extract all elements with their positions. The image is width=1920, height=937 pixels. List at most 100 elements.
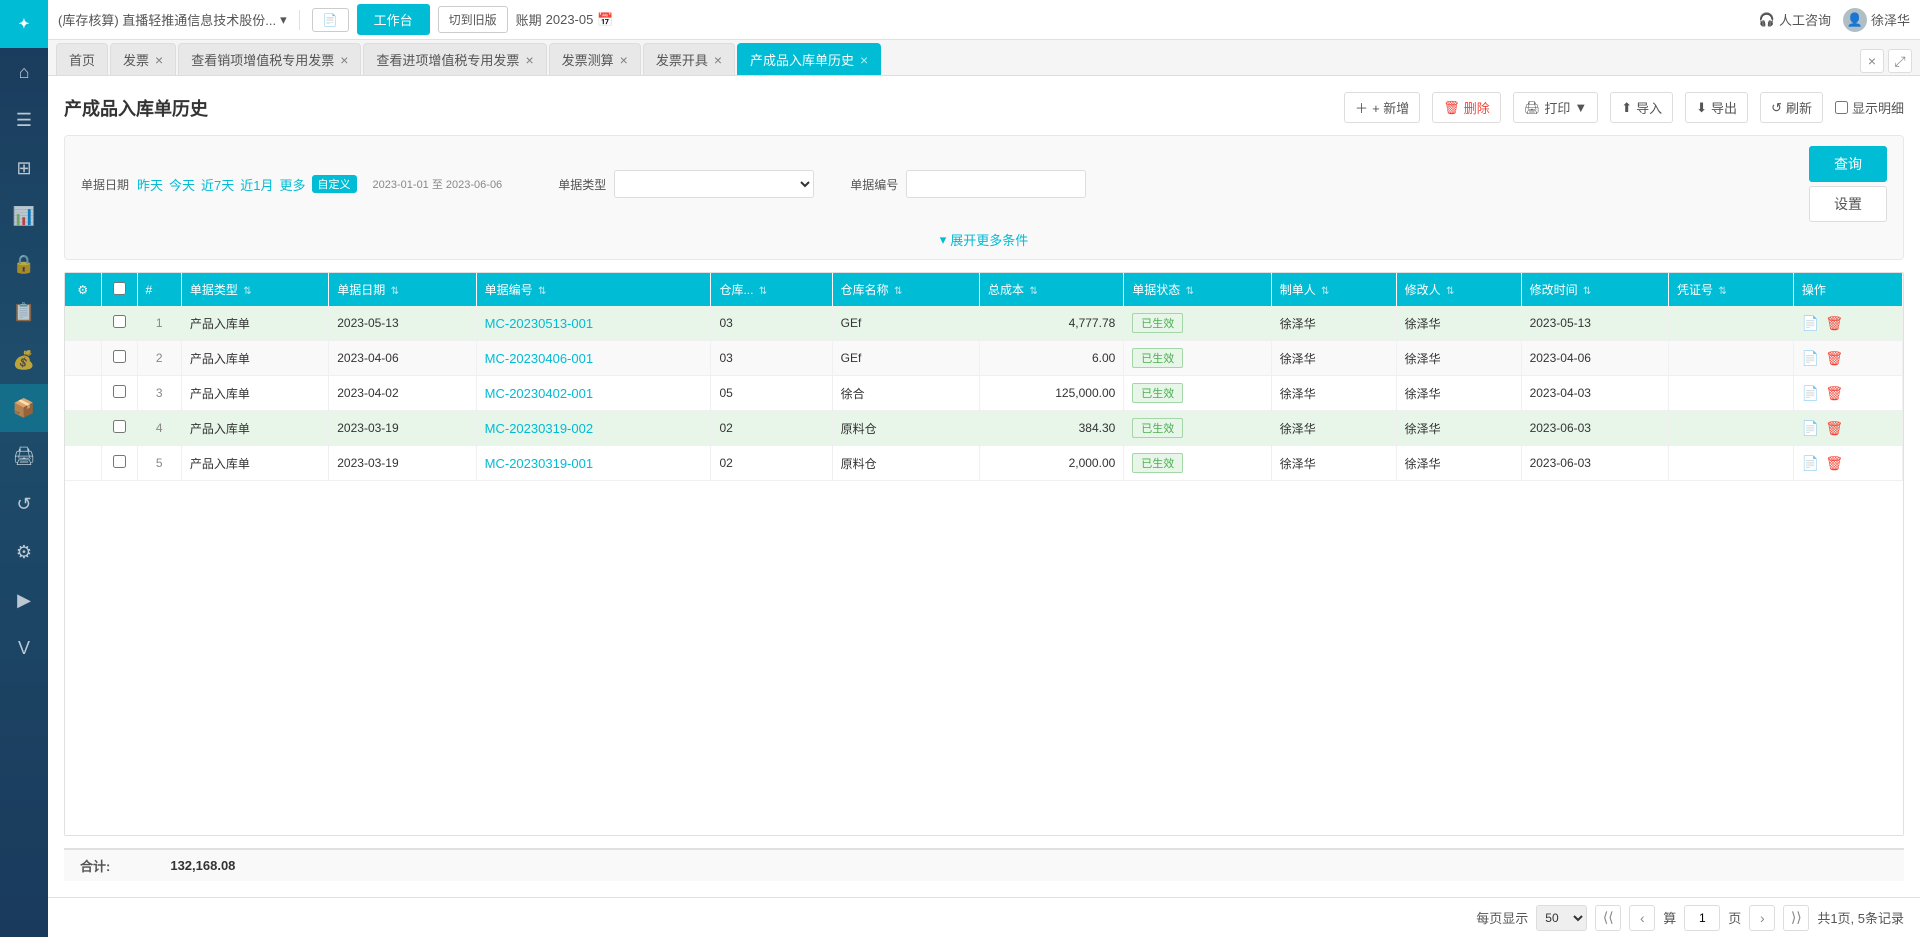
help-btn[interactable]: 🎧 人工咨询 <box>1759 10 1831 29</box>
delete-btn[interactable]: 🗑 删除 <box>1432 92 1501 123</box>
query-btn[interactable]: 查询 <box>1809 146 1887 182</box>
workbench-btn[interactable]: 工作台 <box>357 4 430 35</box>
sidebar-item-12[interactable]: V <box>0 624 48 672</box>
prev-page-btn[interactable]: ‹ <box>1629 905 1655 931</box>
row-checkbox-3[interactable] <box>101 411 137 446</box>
row-checkbox-4[interactable] <box>101 446 137 481</box>
tab-product-warehouse[interactable]: 产成品入库单历史× <box>737 43 881 75</box>
tab-purchase-vat[interactable]: 查看进项增值税专用发票× <box>363 43 546 75</box>
row-checkbox-2[interactable] <box>101 376 137 411</box>
custom-tag[interactable]: 自定义 <box>312 175 357 193</box>
sidebar-item-0[interactable]: ⌂ <box>0 48 48 96</box>
doc-num-input[interactable] <box>906 170 1086 198</box>
show-detail-checkbox[interactable]: 显示明细 <box>1835 98 1904 117</box>
delete-icon-1[interactable]: 🗑 <box>1825 350 1843 367</box>
th-creator[interactable]: 制单人 ⇅ <box>1271 273 1396 306</box>
th-warehouse-code[interactable]: 仓库... ⇅ <box>711 273 832 306</box>
row-docnum-2[interactable]: MC-20230402-001 <box>476 376 711 411</box>
sidebar-item-9[interactable]: ↺ <box>0 480 48 528</box>
delete-icon-4[interactable]: 🗑 <box>1825 455 1843 472</box>
close-all-btn[interactable]: × <box>1860 49 1884 73</box>
row-creator-3: 徐泽华 <box>1271 411 1396 446</box>
row-docnum-0[interactable]: MC-20230513-001 <box>476 306 711 341</box>
print-btn[interactable]: 🖨 打印 ▼ <box>1513 92 1598 123</box>
tab-sales-vat[interactable]: 查看销项增值税专用发票× <box>178 43 361 75</box>
page-input[interactable] <box>1684 905 1720 931</box>
tab-close-invoice-open[interactable]: × <box>714 53 722 67</box>
shortcut-7days[interactable]: 近7天 <box>201 175 234 194</box>
expand-conditions[interactable]: ▾ 展开更多条件 <box>81 222 1887 249</box>
tab-close-product-warehouse[interactable]: × <box>860 53 868 67</box>
last-page-btn[interactable]: ⟩⟩ <box>1783 905 1809 931</box>
shortcut-today[interactable]: 今天 <box>169 175 195 194</box>
row-docnum-3[interactable]: MC-20230319-002 <box>476 411 711 446</box>
sidebar-item-2[interactable]: ⊞ <box>0 144 48 192</box>
first-page-btn[interactable]: ⟨⟨ <box>1595 905 1621 931</box>
shortcut-1month[interactable]: 近1月 <box>240 175 273 194</box>
import-btn[interactable]: ⬆ 导入 <box>1610 92 1673 123</box>
export-btn[interactable]: ⬇ 导出 <box>1685 92 1748 123</box>
tab-invoice[interactable]: 发票× <box>110 43 176 75</box>
row-docnum-4[interactable]: MC-20230319-001 <box>476 446 711 481</box>
th-warehouse-name[interactable]: 仓库名称 ⇅ <box>832 273 979 306</box>
th-total-cost[interactable]: 总成本 ⇅ <box>980 273 1124 306</box>
th-settings[interactable]: ⚙ <box>65 273 101 306</box>
date-shortcuts: 昨天 今天 近7天 近1月 更多 自定义 <box>137 175 357 194</box>
set-btn[interactable]: 设置 <box>1809 186 1887 222</box>
sidebar-item-1[interactable]: ☰ <box>0 96 48 144</box>
refresh-btn[interactable]: ↺ 刷新 <box>1760 92 1823 123</box>
sidebar-item-6[interactable]: 💰 <box>0 336 48 384</box>
tab-home[interactable]: 首页 <box>56 43 108 75</box>
calendar-icon[interactable]: 📅 <box>597 12 613 28</box>
tab-invoice-open[interactable]: 发票开具× <box>643 43 735 75</box>
row-docnum-1[interactable]: MC-20230406-001 <box>476 341 711 376</box>
view-icon-1[interactable]: 📄 <box>1802 350 1819 367</box>
per-page-select[interactable]: 50 100 200 <box>1536 905 1587 931</box>
row-modtime-0: 2023-05-13 <box>1521 306 1668 341</box>
company-selector[interactable]: (库存核算) 直播轻推通信息技术股份... ▾ <box>58 10 287 29</box>
sidebar-item-11[interactable]: ▶ <box>0 576 48 624</box>
company-dropdown-icon[interactable]: ▾ <box>280 12 287 28</box>
tab-close-invoice[interactable]: × <box>155 53 163 67</box>
delete-icon-3[interactable]: 🗑 <box>1825 420 1843 437</box>
row-checkbox-0[interactable] <box>101 306 137 341</box>
doc-btn[interactable]: 📄 <box>312 8 349 32</box>
th-voucher-num[interactable]: 凭证号 ⇅ <box>1668 273 1793 306</box>
add-btn[interactable]: ＋ + 新增 <box>1344 92 1420 123</box>
row-actions-1: 📄🗑 <box>1793 341 1902 376</box>
view-icon-4[interactable]: 📄 <box>1802 455 1819 472</box>
delete-icon-2[interactable]: 🗑 <box>1825 385 1843 402</box>
sidebar-item-8[interactable]: 🖨 <box>0 432 48 480</box>
sidebar-item-4[interactable]: 🔒 <box>0 240 48 288</box>
shortcut-more[interactable]: 更多 <box>280 175 306 194</box>
tab-close-purchase-vat[interactable]: × <box>525 53 533 67</box>
restore-btn[interactable]: ⤢ <box>1888 49 1912 73</box>
next-page-btn[interactable]: › <box>1749 905 1775 931</box>
tab-close-invoice-calc[interactable]: × <box>620 53 628 67</box>
sidebar-item-7[interactable]: 📦 <box>0 384 48 432</box>
view-icon-0[interactable]: 📄 <box>1802 315 1819 332</box>
th-doc-num[interactable]: 单据编号 ⇅ <box>476 273 711 306</box>
delete-icon-0[interactable]: 🗑 <box>1825 315 1843 332</box>
tab-close-sales-vat[interactable]: × <box>340 53 348 67</box>
th-status[interactable]: 单据状态 ⇅ <box>1124 273 1271 306</box>
view-icon-3[interactable]: 📄 <box>1802 420 1819 437</box>
sidebar-item-10[interactable]: ⚙ <box>0 528 48 576</box>
th-checkbox[interactable] <box>101 273 137 306</box>
th-modify-time[interactable]: 修改时间 ⇅ <box>1521 273 1668 306</box>
th-date[interactable]: 单据日期 ⇅ <box>329 273 476 306</box>
row-checkbox-1[interactable] <box>101 341 137 376</box>
th-modifier[interactable]: 修改人 ⇅ <box>1396 273 1521 306</box>
switch-old-btn[interactable]: 切到旧版 <box>438 6 508 33</box>
sidebar-item-3[interactable]: 📊 <box>0 192 48 240</box>
tab-invoice-calc[interactable]: 发票测算× <box>549 43 641 75</box>
th-type[interactable]: 单据类型 ⇅ <box>181 273 328 306</box>
select-all-checkbox[interactable] <box>113 282 126 295</box>
user-area[interactable]: 👤 徐泽华 <box>1843 8 1910 32</box>
type-select[interactable] <box>614 170 814 198</box>
search-row-1: 单据日期 昨天 今天 近7天 近1月 更多 自定义 2023-01-01 至 2… <box>81 146 1887 222</box>
sidebar-item-5[interactable]: 📋 <box>0 288 48 336</box>
show-detail-input[interactable] <box>1835 101 1848 114</box>
view-icon-2[interactable]: 📄 <box>1802 385 1819 402</box>
shortcut-yesterday[interactable]: 昨天 <box>137 175 163 194</box>
